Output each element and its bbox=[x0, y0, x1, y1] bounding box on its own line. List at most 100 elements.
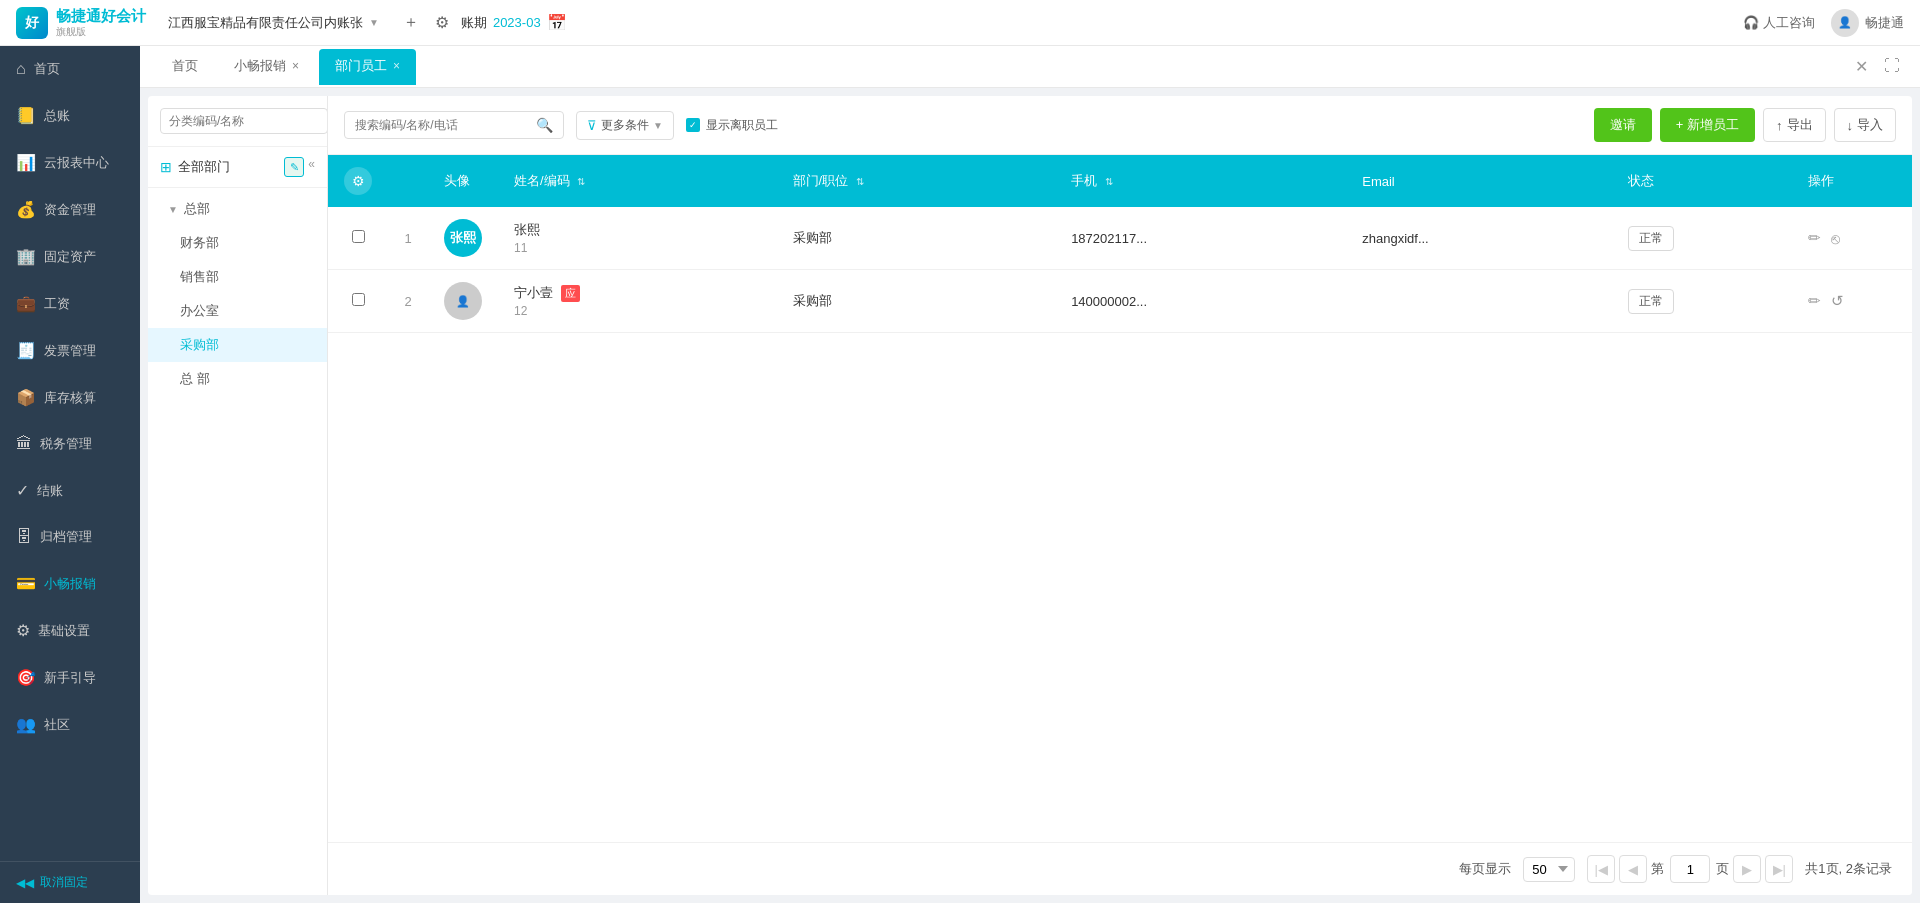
employee-table: ⚙ 头像 姓名/编码 ⇅ 部门/职位 ⇅ bbox=[328, 155, 1912, 333]
logout-icon[interactable]: ⎋ bbox=[1831, 230, 1840, 247]
report-icon: 📊 bbox=[16, 153, 36, 172]
employee-search-icon[interactable]: 🔍 bbox=[536, 117, 553, 133]
add-dept-btn[interactable]: ✎ bbox=[284, 157, 304, 177]
invite-btn[interactable]: 邀请 bbox=[1594, 108, 1652, 142]
prev-page-btn[interactable]: ◀ bbox=[1619, 855, 1647, 883]
table-settings-icon[interactable]: ⚙ bbox=[344, 167, 372, 195]
dept-item-zongbu2[interactable]: 总 部 bbox=[148, 362, 327, 396]
next-page-btn[interactable]: ▶ bbox=[1733, 855, 1761, 883]
dept-panel: 🔍 ⊞ 全部部门 ✎ « ▼ 总部 财务部 bbox=[148, 96, 328, 895]
name-code-cell: 宁小壹 应 12 bbox=[514, 284, 761, 318]
pagination: 每页显示 50 20 100 |◀ ◀ 第 页 ▶ bbox=[328, 842, 1912, 895]
refresh-icon[interactable]: ↺ bbox=[1831, 292, 1844, 310]
inventory-icon: 📦 bbox=[16, 388, 36, 407]
dept-item-bangongshi[interactable]: 办公室 bbox=[148, 294, 327, 328]
tab-home[interactable]: 首页 bbox=[156, 49, 214, 85]
app-name: 畅捷通好会计 bbox=[56, 7, 146, 25]
import-btn[interactable]: ↓ 导入 bbox=[1834, 108, 1897, 142]
row2-checkbox[interactable] bbox=[352, 293, 365, 306]
sidebar-item-report-center[interactable]: 📊 云报表中心 bbox=[0, 139, 140, 186]
period-value: 2023-03 bbox=[493, 15, 541, 30]
payroll-icon: 💼 bbox=[16, 294, 36, 313]
expense-icon: 💳 bbox=[16, 574, 36, 593]
row1-checkbox[interactable] bbox=[352, 230, 365, 243]
page-size-select[interactable]: 50 20 100 bbox=[1523, 857, 1575, 882]
settings-button[interactable]: ⚙ bbox=[435, 13, 449, 32]
sidebar-item-tax[interactable]: 🏛 税务管理 bbox=[0, 421, 140, 467]
add-employee-btn[interactable]: + 新增员工 bbox=[1660, 108, 1755, 142]
sidebar-item-invoice[interactable]: 🧾 发票管理 bbox=[0, 327, 140, 374]
show-inactive-toggle[interactable]: 显示离职员工 bbox=[686, 117, 778, 134]
app-edition: 旗舰版 bbox=[56, 25, 146, 39]
col-phone[interactable]: 手机 ⇅ bbox=[1055, 155, 1346, 207]
dept-header-actions: ✎ « bbox=[284, 157, 315, 177]
sidebar-item-archive[interactable]: 🗄 归档管理 bbox=[0, 514, 140, 560]
top-header: 好 畅捷通好会计 旗舰版 江西服宝精品有限责任公司内账张 ▼ ＋ ⚙ 账期 20… bbox=[0, 0, 1920, 46]
filter-icon: ⊽ bbox=[587, 118, 597, 133]
employee-search-box: 🔍 bbox=[344, 111, 564, 139]
row-actions: ✏ ⎋ bbox=[1792, 207, 1912, 270]
dept-item-caiwubu[interactable]: 财务部 bbox=[148, 226, 327, 260]
sidebar-item-fixed-assets[interactable]: 🏢 固定资产 bbox=[0, 233, 140, 280]
home-icon: ⌂ bbox=[16, 60, 26, 78]
name-with-badge: 宁小壹 应 bbox=[514, 284, 761, 302]
edit-icon[interactable]: ✏ bbox=[1808, 292, 1821, 310]
tab-expense-close[interactable]: × bbox=[292, 59, 299, 73]
sidebar-item-capital-management[interactable]: 💰 资金管理 bbox=[0, 186, 140, 233]
sidebar-item-home[interactable]: ⌂ 首页 bbox=[0, 46, 140, 92]
capital-icon: 💰 bbox=[16, 200, 36, 219]
row-checkbox[interactable] bbox=[328, 270, 388, 333]
employee-search-input[interactable] bbox=[355, 118, 530, 132]
page-input-area: 第 页 bbox=[1651, 855, 1729, 883]
basic-settings-icon: ⚙ bbox=[16, 621, 30, 640]
sidebar-item-general-ledger[interactable]: 📒 总账 bbox=[0, 92, 140, 139]
last-page-btn[interactable]: ▶| bbox=[1765, 855, 1793, 883]
invoice-icon: 🧾 bbox=[16, 341, 36, 360]
guide-icon: 🎯 bbox=[16, 668, 36, 687]
period-label: 账期 bbox=[461, 14, 487, 32]
export-btn[interactable]: ↑ 导出 bbox=[1763, 108, 1826, 142]
filter-btn[interactable]: ⊽ 更多条件 ▼ bbox=[576, 111, 674, 140]
col-name-code[interactable]: 姓名/编码 ⇅ bbox=[498, 155, 777, 207]
sidebar-item-checkout[interactable]: ✓ 结账 bbox=[0, 467, 140, 514]
collapse-dept-btn[interactable]: « bbox=[308, 157, 315, 177]
tab-maximize-btn[interactable]: ⛶ bbox=[1880, 53, 1904, 80]
avatar-gray: 👤 bbox=[444, 282, 482, 320]
sidebar-item-community[interactable]: 👥 社区 bbox=[0, 701, 140, 748]
sidebar-item-expense[interactable]: 💳 小畅报销 bbox=[0, 560, 140, 607]
action-icons: ✏ ⎋ bbox=[1808, 229, 1896, 247]
sidebar-item-payroll[interactable]: 💼 工资 bbox=[0, 280, 140, 327]
dept-item-caigoubu[interactable]: 采购部 bbox=[148, 328, 327, 362]
sidebar-item-basic-settings[interactable]: ⚙ 基础设置 bbox=[0, 607, 140, 654]
tab-department-close[interactable]: × bbox=[393, 59, 400, 73]
import-icon: ↓ bbox=[1847, 118, 1854, 133]
tab-close-btn[interactable]: ✕ bbox=[1851, 53, 1872, 80]
page-size-label: 每页显示 bbox=[1459, 860, 1511, 878]
cancel-fixed-btn[interactable]: ◀◀ 取消固定 bbox=[0, 861, 140, 903]
dept-item-zongbu[interactable]: ▼ 总部 bbox=[148, 192, 327, 226]
add-button[interactable]: ＋ bbox=[403, 12, 419, 33]
customer-service-btn[interactable]: 🎧 人工咨询 bbox=[1743, 14, 1815, 32]
checkout-icon: ✓ bbox=[16, 481, 29, 500]
edit-icon[interactable]: ✏ bbox=[1808, 229, 1821, 247]
tab-expense[interactable]: 小畅报销 × bbox=[218, 49, 315, 85]
col-avatar: 头像 bbox=[428, 155, 498, 207]
dept-search-input[interactable] bbox=[160, 108, 328, 134]
row-phone: 18720211​7... bbox=[1055, 207, 1346, 270]
calendar-icon[interactable]: 📅 bbox=[547, 13, 567, 32]
col-dept-position[interactable]: 部门/职位 ⇅ bbox=[777, 155, 1056, 207]
sidebar-item-guide[interactable]: 🎯 新手引导 bbox=[0, 654, 140, 701]
col-actions: 操作 bbox=[1792, 155, 1912, 207]
tab-department[interactable]: 部门员工 × bbox=[319, 49, 416, 85]
sort-name-icon: ⇅ bbox=[577, 176, 585, 187]
page-input[interactable] bbox=[1670, 855, 1710, 883]
row-checkbox[interactable] bbox=[328, 207, 388, 270]
company-selector[interactable]: 江西服宝精品有限责任公司内账张 ▼ bbox=[168, 14, 379, 32]
row-name-code: 张熙 11 bbox=[498, 207, 777, 270]
sidebar-item-inventory[interactable]: 📦 库存核算 bbox=[0, 374, 140, 421]
dept-item-xiaoshoubu[interactable]: 销售部 bbox=[148, 260, 327, 294]
first-page-btn[interactable]: |◀ bbox=[1587, 855, 1615, 883]
all-dept-header[interactable]: ⊞ 全部部门 ✎ « bbox=[148, 147, 327, 188]
user-area[interactable]: 👤 畅捷通 bbox=[1831, 9, 1904, 37]
tab-bar: 首页 小畅报销 × 部门员工 × ✕ ⛶ bbox=[140, 46, 1920, 88]
